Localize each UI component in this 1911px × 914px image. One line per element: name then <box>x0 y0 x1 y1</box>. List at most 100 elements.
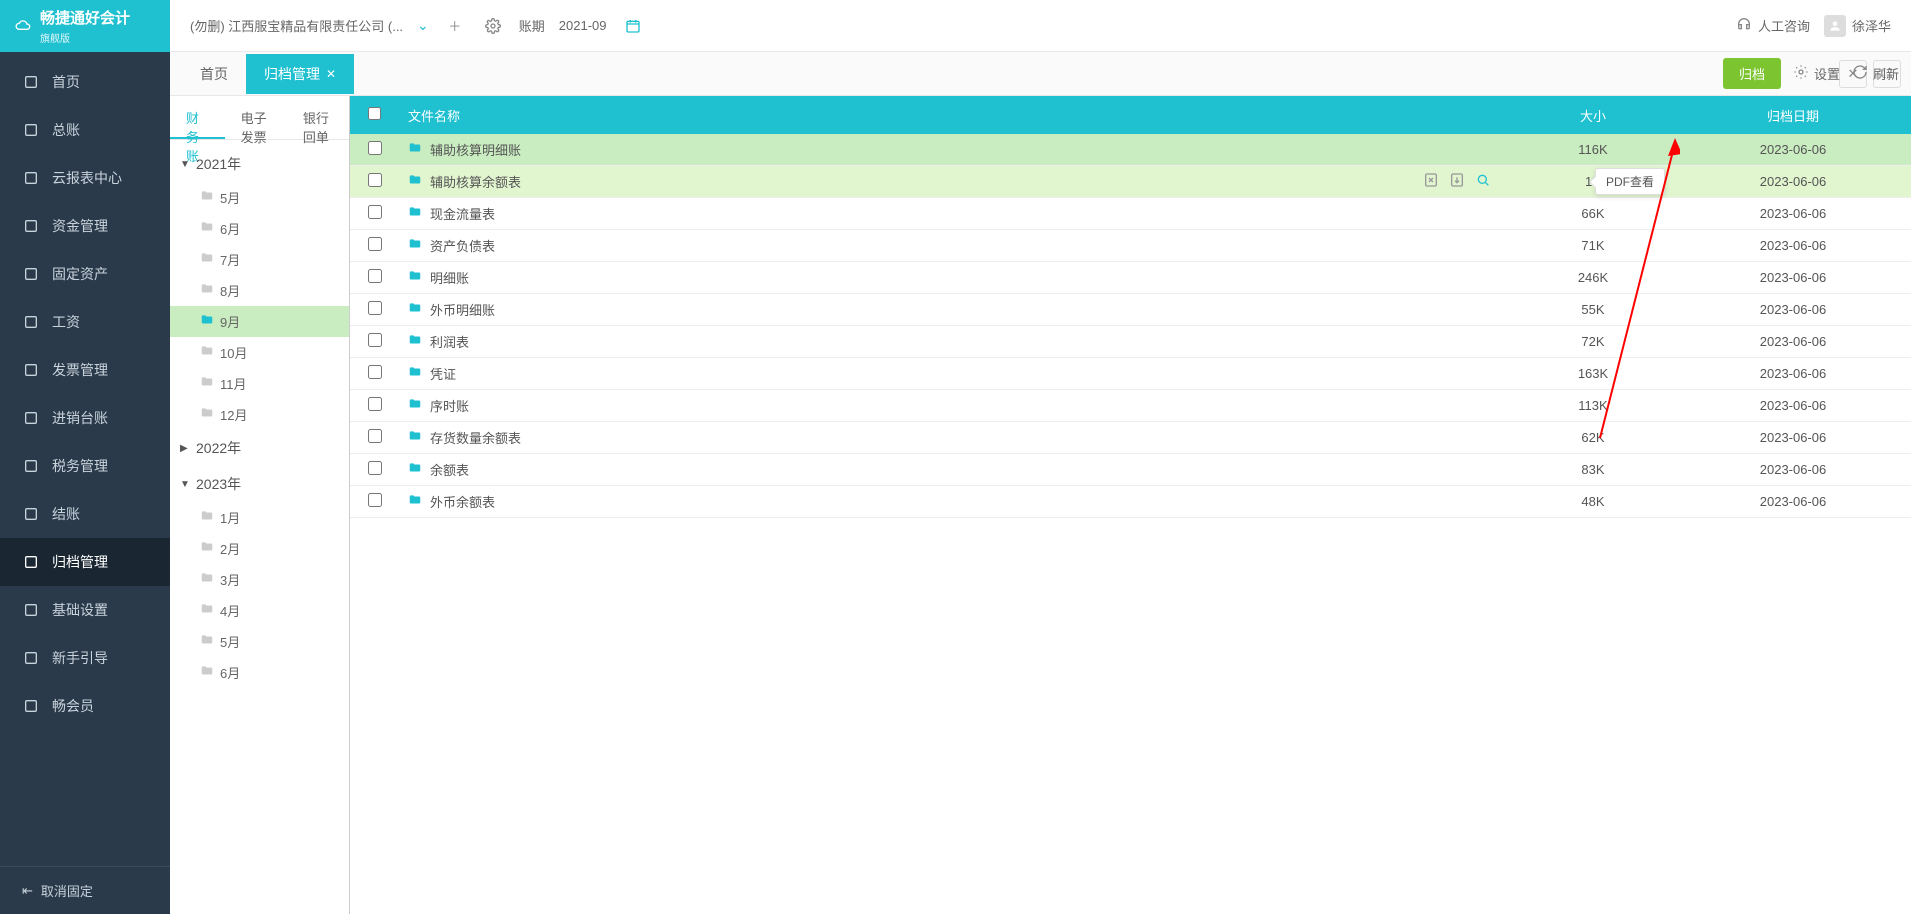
table-row[interactable]: 明细账246K2023-06-06 <box>350 262 1911 294</box>
nav-item-13[interactable]: 畅会员 <box>0 682 170 730</box>
nav-label: 进销台账 <box>52 408 108 428</box>
download-pdf-icon[interactable] <box>1449 172 1465 191</box>
company-name[interactable]: (勿删) 江西服宝精品有限责任公司 (... <box>190 16 403 35</box>
tree-month[interactable]: 3月 <box>170 564 349 595</box>
nav-item-11[interactable]: 基础设置 <box>0 586 170 634</box>
tree-month[interactable]: 8月 <box>170 275 349 306</box>
page-tab-1[interactable]: 归档管理✕ <box>246 54 354 94</box>
nav-item-5[interactable]: 工资 <box>0 298 170 346</box>
tree-month[interactable]: 2月 <box>170 533 349 564</box>
table-row[interactable]: 外币明细账55K2023-06-06 <box>350 294 1911 326</box>
folder-icon <box>408 397 422 414</box>
tree-month[interactable]: 6月 <box>170 213 349 244</box>
download-excel-icon[interactable] <box>1423 172 1439 191</box>
nav-item-7[interactable]: 进销台账 <box>0 394 170 442</box>
nav-item-1[interactable]: 总账 <box>0 106 170 154</box>
nav-icon <box>22 121 40 139</box>
row-checkbox[interactable] <box>368 397 382 411</box>
user-menu[interactable]: 徐泽华 <box>1824 15 1891 37</box>
page-tab-0[interactable]: 首页 <box>182 54 246 94</box>
table-row[interactable]: 余额表83K2023-06-06 <box>350 454 1911 486</box>
tree-month[interactable]: 4月 <box>170 595 349 626</box>
table-row[interactable]: 存货数量余额表62K2023-06-06 <box>350 422 1911 454</box>
row-checkbox[interactable] <box>368 429 382 443</box>
nav-label: 工资 <box>52 312 80 332</box>
table-row[interactable]: 利润表72K2023-06-06 <box>350 326 1911 358</box>
tree-month[interactable]: 6月 <box>170 657 349 688</box>
nav-item-9[interactable]: 结账 <box>0 490 170 538</box>
folder-icon <box>200 509 214 526</box>
tree-month[interactable]: 5月 <box>170 182 349 213</box>
row-checkbox[interactable] <box>368 269 382 283</box>
file-name: 外币明细账 <box>430 300 495 319</box>
file-name: 现金流量表 <box>430 204 495 223</box>
tree-month[interactable]: 10月 <box>170 337 349 368</box>
folder-icon <box>200 189 214 206</box>
tree-year[interactable]: ▶2022年 <box>170 430 349 466</box>
table-row[interactable]: 外币余额表48K2023-06-06 <box>350 486 1911 518</box>
nav-item-4[interactable]: 固定资产 <box>0 250 170 298</box>
table-row[interactable]: 现金流量表66K2023-06-06 <box>350 198 1911 230</box>
row-checkbox[interactable] <box>368 173 382 187</box>
pdf-view-icon[interactable] <box>1475 172 1491 191</box>
subtab-0[interactable]: 财务账 <box>170 96 225 139</box>
nav-item-6[interactable]: 发票管理 <box>0 346 170 394</box>
nav-icon <box>22 73 40 91</box>
table-row[interactable]: 资产负债表71K2023-06-06 <box>350 230 1911 262</box>
tree-year[interactable]: ▼2021年 <box>170 146 349 182</box>
tree-month[interactable]: 12月 <box>170 399 349 430</box>
month-label: 9月 <box>220 312 240 331</box>
settings-link[interactable]: 设置 <box>1793 64 1840 83</box>
month-label: 10月 <box>220 343 247 362</box>
nav-label: 固定资产 <box>52 264 108 284</box>
unpin-icon: ⇤ <box>22 883 33 899</box>
period-value[interactable]: 2021-09 <box>559 18 607 33</box>
nav-label: 云报表中心 <box>52 168 122 188</box>
nav-item-0[interactable]: 首页 <box>0 58 170 106</box>
support-link[interactable]: 人工咨询 <box>1736 16 1810 35</box>
file-date: 2023-06-06 <box>1693 174 1893 189</box>
refresh-link[interactable]: 刷新 <box>1852 64 1899 83</box>
company-dropdown-icon[interactable]: ⌄ <box>417 17 429 34</box>
archive-button[interactable]: 归档 <box>1723 58 1781 89</box>
nav-item-3[interactable]: 资金管理 <box>0 202 170 250</box>
add-icon[interactable]: ＋ <box>443 14 467 38</box>
tree-month[interactable]: 9月 <box>170 306 349 337</box>
tree-month[interactable]: 1月 <box>170 502 349 533</box>
table-row[interactable]: 序时账113K2023-06-06 <box>350 390 1911 422</box>
unpin-button[interactable]: ⇤ 取消固定 <box>0 866 170 914</box>
row-checkbox[interactable] <box>368 493 382 507</box>
tree-year[interactable]: ▼2023年 <box>170 466 349 502</box>
row-checkbox[interactable] <box>368 461 382 475</box>
calendar-icon[interactable] <box>621 14 645 38</box>
nav-icon <box>22 649 40 667</box>
tree-month[interactable]: 11月 <box>170 368 349 399</box>
nav-item-8[interactable]: 税务管理 <box>0 442 170 490</box>
month-label: 2月 <box>220 539 240 558</box>
row-checkbox[interactable] <box>368 141 382 155</box>
tree-month[interactable]: 5月 <box>170 626 349 657</box>
row-checkbox[interactable] <box>368 301 382 315</box>
select-all-checkbox[interactable] <box>368 107 381 120</box>
folder-icon <box>408 365 422 382</box>
row-checkbox[interactable] <box>368 365 382 379</box>
row-checkbox[interactable] <box>368 205 382 219</box>
table-row[interactable]: 辅助核算余额表1K2023-06-06PDF查看 <box>350 166 1911 198</box>
chevron-right-icon: ▶ <box>180 443 188 454</box>
row-checkbox[interactable] <box>368 237 382 251</box>
row-checkbox[interactable] <box>368 333 382 347</box>
file-size: 113K <box>1493 398 1693 413</box>
tree-month[interactable]: 7月 <box>170 244 349 275</box>
gear-icon[interactable] <box>481 14 505 38</box>
table-row[interactable]: 凭证163K2023-06-06 <box>350 358 1911 390</box>
nav-item-12[interactable]: 新手引导 <box>0 634 170 682</box>
file-date: 2023-06-06 <box>1693 206 1893 221</box>
nav-item-2[interactable]: 云报表中心 <box>0 154 170 202</box>
close-icon[interactable]: ✕ <box>326 67 336 81</box>
nav-item-10[interactable]: 归档管理 <box>0 538 170 586</box>
table-row[interactable]: 辅助核算明细账116K2023-06-06 <box>350 134 1911 166</box>
folder-icon <box>200 313 214 330</box>
file-size: 71K <box>1493 238 1693 253</box>
subtab-2[interactable]: 银行回单 <box>287 96 349 139</box>
subtab-1[interactable]: 电子发票 <box>225 96 287 139</box>
